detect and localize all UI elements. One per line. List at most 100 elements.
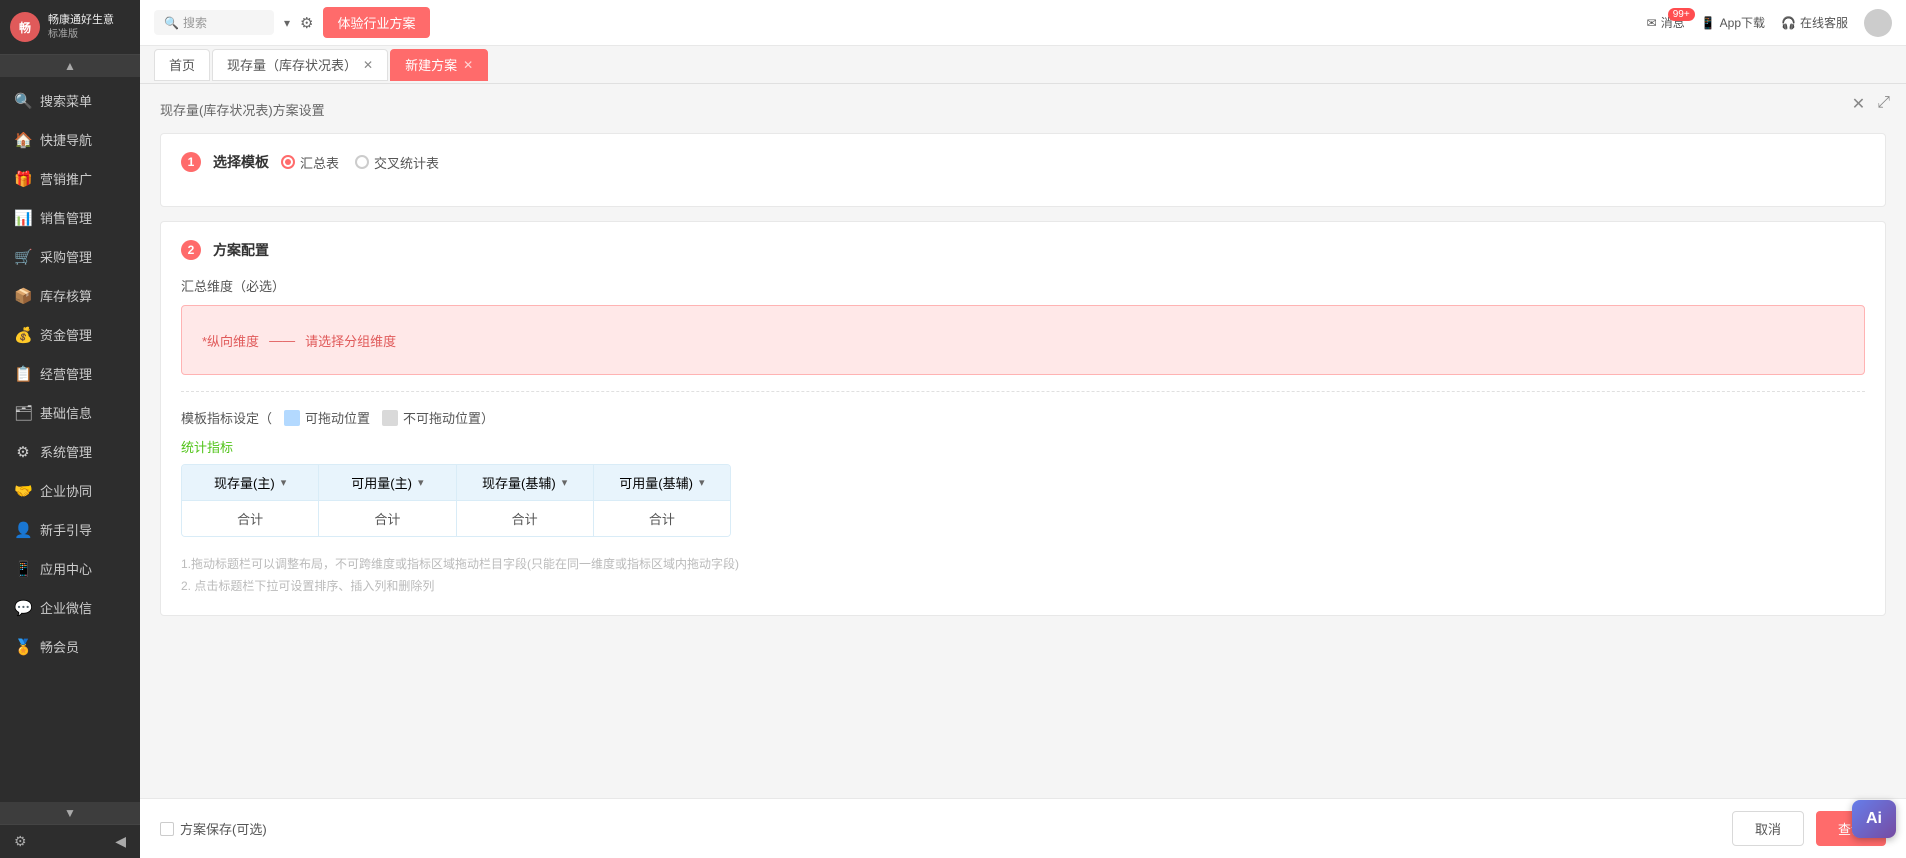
- sidebar-icon-newbie: 👤: [14, 521, 32, 539]
- stats-col-header: 现存量(基辅): [482, 473, 556, 492]
- ai-float-button[interactable]: Ai: [1852, 800, 1896, 838]
- tab-label-inventory: 现存量（库存状况表）: [227, 55, 357, 74]
- sidebar-icon-search: 🔍: [14, 92, 32, 110]
- tab-new-plan[interactable]: 新建方案✕: [390, 49, 488, 81]
- summary-dim-label: 汇总维度（必选）: [181, 276, 1865, 295]
- app-download-button[interactable]: 📱 App下载: [1701, 14, 1765, 31]
- sidebar-label-marketing: 营销推广: [40, 169, 92, 188]
- sidebar-item-system[interactable]: ⚙系统管理: [0, 432, 140, 471]
- tab-inventory[interactable]: 现存量（库存状况表） ✕: [212, 49, 388, 81]
- sidebar-item-search[interactable]: 🔍搜索菜单: [0, 81, 140, 120]
- stats-body-cell: 合计: [594, 500, 730, 536]
- stats-body-cell: 合计: [182, 500, 319, 536]
- user-avatar[interactable]: [1864, 9, 1892, 37]
- sidebar-label-wechat: 企业微信: [40, 598, 92, 617]
- sidebar-item-basic[interactable]: 🗂基础信息: [0, 393, 140, 432]
- message-button[interactable]: ✉ 消息 99+: [1647, 14, 1685, 31]
- draggable-badge: [284, 410, 300, 426]
- stats-header-cell[interactable]: 现存量(主) ▾: [182, 465, 319, 500]
- sidebar-scroll-down[interactable]: ▼: [0, 802, 140, 824]
- vertical-dim-area[interactable]: *纵向维度 —— 请选择分组维度: [181, 305, 1865, 375]
- sidebar-icon-marketing: 🎁: [14, 170, 32, 188]
- sidebar-icon-management: 📋: [14, 365, 32, 383]
- sidebar-label-newbie: 新手引导: [40, 520, 92, 539]
- page-footer: 方案保存(可选) 取消 查询: [140, 798, 1906, 858]
- sidebar-item-purchase[interactable]: 🛒 采购管理: [0, 237, 140, 276]
- stats-header-cell[interactable]: 现存量(基辅) ▾: [457, 465, 594, 500]
- sidebar-label-purchase: 采购管理: [40, 247, 92, 266]
- sidebar-settings-icon[interactable]: ⚙: [14, 833, 27, 850]
- stats-header-cell[interactable]: 可用量(基辅) ▾: [594, 465, 730, 500]
- sidebar-item-cooperation[interactable]: 🤝企业协同: [0, 471, 140, 510]
- sidebar-item-marketing[interactable]: 🎁 营销推广: [0, 159, 140, 198]
- sidebar-label-management: 经营管理: [40, 364, 92, 383]
- save-checkbox[interactable]: [160, 822, 174, 836]
- undraggable-indicator: 不可拖动位置）: [382, 408, 494, 427]
- sidebar-item-appcenter[interactable]: 📱应用中心: [0, 549, 140, 588]
- trial-button[interactable]: 体验行业方案: [323, 7, 429, 38]
- sidebar-scroll-up[interactable]: ▲: [0, 55, 140, 77]
- sidebar-item-finance[interactable]: 💰资金管理: [0, 315, 140, 354]
- vertical-dim-label: *纵向维度: [202, 331, 259, 350]
- sidebar-footer: ⚙ ◀: [0, 824, 140, 858]
- stats-section: 统计指标 现存量(主)▾可用量(主)▾现存量(基辅)▾可用量(基辅)▾ 合计合计…: [181, 437, 1865, 540]
- radio-dot-summary[interactable]: [281, 155, 295, 169]
- sidebar-icon-wechat: 💬: [14, 599, 32, 617]
- close-window-icon[interactable]: ✕: [1852, 94, 1865, 114]
- sidebar-label-member: 畅会员: [40, 637, 79, 656]
- tab-close-new-plan[interactable]: ✕: [463, 58, 473, 72]
- radio-cross[interactable]: 交叉统计表: [355, 153, 439, 172]
- save-label: 方案保存(可选): [180, 819, 267, 838]
- app-logo: 畅: [10, 12, 40, 42]
- chevron-down-icon[interactable]: ▾: [281, 476, 287, 489]
- draggable-label: 可拖动位置: [305, 408, 370, 427]
- stats-col-body: 合计: [512, 509, 538, 528]
- message-icon: ✉: [1647, 16, 1657, 30]
- stats-col-header: 可用量(基辅): [619, 473, 693, 492]
- undraggable-badge: [382, 410, 398, 426]
- sidebar-item-inventory[interactable]: 📦库存核算: [0, 276, 140, 315]
- sidebar-item-sales[interactable]: 📊销售管理: [0, 198, 140, 237]
- sidebar-label-quicknav: 快捷导航: [40, 130, 92, 149]
- dim-dash: ——: [269, 333, 295, 348]
- topbar: 🔍 搜索 ▾ ⚙ 体验行业方案 ✉ 消息 99+ 📱 App下载 🎧 在线客服: [140, 0, 1906, 46]
- sidebar-collapse-icon[interactable]: ◀: [115, 833, 126, 850]
- search-placeholder: 搜索: [183, 14, 207, 31]
- sidebar-item-member[interactable]: 🏅 畅会员: [0, 627, 140, 666]
- service-button[interactable]: 🎧 在线客服: [1781, 14, 1848, 31]
- topbar-right: ✉ 消息 99+ 📱 App下载 🎧 在线客服: [1647, 9, 1892, 37]
- sidebar-item-wechat[interactable]: 💬 企业微信: [0, 588, 140, 627]
- chevron-down-icon[interactable]: ▾: [418, 476, 424, 489]
- sidebar-icon-finance: 💰: [14, 326, 32, 344]
- tab-home[interactable]: 首页: [154, 49, 210, 81]
- expand-window-icon[interactable]: ⤢: [1877, 94, 1890, 114]
- sidebar-icon-member: 🏅: [14, 638, 32, 656]
- sidebar-item-management[interactable]: 📋 经营管理: [0, 354, 140, 393]
- stats-col-header: 现存量(主): [214, 473, 275, 492]
- tab-close-inventory[interactable]: ✕: [363, 58, 373, 72]
- sidebar-label-appcenter: 应用中心: [40, 559, 92, 578]
- sidebar-label-sales: 销售管理: [40, 208, 92, 227]
- radio-summary[interactable]: 汇总表: [281, 153, 339, 172]
- radio-dot-cross[interactable]: [355, 155, 369, 169]
- page-content: ✕ ⤢ 现存量(库存状况表)方案设置 1 选择模板 汇总表 交叉统计表 2 方案…: [140, 84, 1906, 798]
- topbar-gear-icon[interactable]: ⚙: [300, 14, 313, 32]
- stats-header-cell[interactable]: 可用量(主)▾: [319, 465, 456, 500]
- sidebar-item-quicknav[interactable]: 🏠快捷导航: [0, 120, 140, 159]
- message-badge: 99+: [1668, 8, 1695, 21]
- sidebar-item-newbie[interactable]: 👤 新手引导: [0, 510, 140, 549]
- page-title: 现存量(库存状况表)方案设置: [160, 100, 1886, 119]
- sidebar-nav: 🔍搜索菜单🏠快捷导航 🎁 营销推广 📊销售管理 🛒 采购管理 📦库存核算💰资金管理 📋 经营管理…: [0, 77, 140, 802]
- topbar-dropdown[interactable]: ▾: [284, 16, 290, 30]
- save-option[interactable]: 方案保存(可选): [160, 819, 267, 838]
- window-controls: ✕ ⤢: [1852, 94, 1890, 114]
- chevron-down-icon[interactable]: ▾: [562, 476, 568, 489]
- search-bar[interactable]: 🔍 搜索: [154, 10, 274, 35]
- sidebar-icon-purchase: 🛒: [14, 248, 32, 266]
- radio-label-cross: 交叉统计表: [374, 153, 439, 172]
- dim-placeholder: 请选择分组维度: [305, 331, 396, 350]
- sidebar-icon-system: ⚙: [14, 443, 32, 461]
- stats-body-cell: 合计: [319, 500, 456, 536]
- cancel-button[interactable]: 取消: [1732, 811, 1804, 846]
- chevron-down-icon[interactable]: ▾: [699, 476, 705, 489]
